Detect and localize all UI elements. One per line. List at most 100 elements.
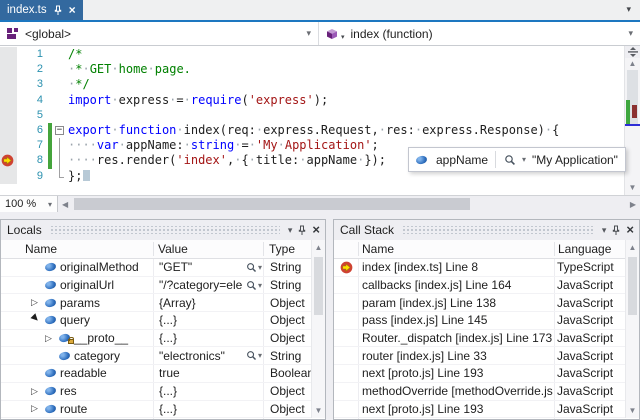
code-editor[interactable]: 1/*2·*·GET·home·page.3·*/4import·express… (0, 46, 624, 195)
table-row[interactable]: originalMethod"GET"▾String (1, 259, 311, 277)
table-row[interactable]: param [index.js] Line 138JavaScript (334, 294, 625, 312)
chevron-down-icon[interactable]: ▾ (628, 28, 633, 39)
table-row[interactable]: methodOverride [methodOverride.jsJavaScr… (334, 383, 625, 401)
tab-index-ts[interactable]: index.ts × (0, 0, 83, 20)
column-divider[interactable] (263, 242, 264, 256)
frame-language: JavaScript (553, 313, 625, 327)
code-line[interactable]: 1/* (0, 47, 624, 62)
table-row[interactable]: ▷__proto__{...}Object (1, 330, 311, 348)
magnifier-icon[interactable] (246, 350, 257, 361)
scroll-down-icon[interactable]: ▼ (312, 406, 325, 415)
chevron-down-icon[interactable]: ▾ (306, 28, 311, 39)
column-divider[interactable] (554, 242, 555, 256)
table-row[interactable]: Router._dispatch [index.js] Line 173Java… (334, 330, 625, 348)
breakpoint-margin[interactable] (0, 93, 17, 108)
close-icon[interactable]: × (69, 4, 76, 16)
locals-header[interactable]: Locals ▾ × (1, 220, 325, 240)
code-line[interactable]: 2·*·GET·home·page. (0, 62, 624, 77)
horizontal-scrollbar-thumb[interactable] (74, 198, 470, 210)
breakpoint-margin[interactable] (0, 77, 17, 92)
code-line[interactable]: 3·*/ (0, 77, 624, 92)
table-row[interactable]: router [index.js] Line 33JavaScript (334, 347, 625, 365)
tab-list-chevron-icon[interactable]: ▾ (626, 4, 631, 15)
scrollbar-thumb[interactable] (628, 257, 637, 315)
scope-dropdown[interactable]: <global> ▾ (0, 22, 319, 45)
column-language[interactable]: Language (558, 242, 611, 256)
column-divider[interactable] (358, 242, 359, 256)
call-stack-column-headers[interactable]: Name Language (334, 240, 639, 259)
column-divider[interactable] (153, 242, 154, 256)
table-row[interactable]: ▶query{...}Object (1, 312, 311, 330)
expander-icon[interactable]: ▷ (31, 297, 45, 308)
table-row[interactable]: ▷res{...}Object (1, 383, 311, 401)
frame-language: JavaScript (553, 331, 625, 345)
column-value[interactable]: Value (158, 242, 188, 256)
table-row[interactable]: callbacks [index.js] Line 164JavaScript (334, 277, 625, 295)
scroll-up-icon[interactable]: ▲ (312, 243, 325, 252)
close-icon[interactable]: × (626, 224, 634, 236)
collapse-icon[interactable]: − (55, 126, 64, 135)
editor-bottom-bar: 100 % ▾ ◀ ▶ (0, 195, 640, 212)
table-row[interactable]: readabletrueBoolean (1, 365, 311, 383)
global-scope-icon (7, 28, 19, 39)
close-icon[interactable]: × (312, 224, 320, 236)
breakpoint-margin[interactable] (0, 169, 17, 184)
breakpoint-margin[interactable] (0, 62, 17, 77)
locals-scrollbar[interactable]: ▲ ▼ (311, 240, 325, 418)
magnifier-icon[interactable] (246, 280, 257, 291)
column-type[interactable]: Type (269, 242, 295, 256)
magnifier-icon[interactable] (504, 154, 516, 166)
editor-vertical-scrollbar[interactable]: ▲ ▼ (624, 46, 640, 195)
scroll-right-icon[interactable]: ▶ (630, 200, 636, 209)
pin-icon[interactable] (297, 225, 307, 236)
scroll-left-icon[interactable]: ◀ (62, 200, 68, 209)
pin-icon[interactable] (611, 225, 621, 236)
code-line[interactable]: 6−export·function·index(req:·express.Req… (0, 123, 624, 138)
scrollbar-thumb[interactable] (314, 257, 323, 315)
fold-margin[interactable]: − (54, 123, 68, 138)
table-row[interactable]: next [proto.js] Line 193JavaScript (334, 365, 625, 383)
drag-grip[interactable] (402, 226, 594, 234)
column-name[interactable]: Name (25, 242, 57, 256)
call-stack-scrollbar[interactable]: ▲ ▼ (625, 240, 639, 418)
scroll-up-icon[interactable]: ▲ (625, 59, 640, 68)
chevron-down-icon[interactable]: ▾ (522, 155, 526, 164)
chevron-down-icon[interactable]: ▾ (48, 200, 52, 209)
drag-grip[interactable] (50, 226, 280, 234)
table-row[interactable]: category"electronics"▾String (1, 347, 311, 365)
pin-icon[interactable] (53, 5, 63, 16)
column-name[interactable]: Name (362, 242, 394, 256)
breakpoint-margin[interactable] (0, 108, 17, 123)
expander-icon[interactable]: ▷ (31, 386, 45, 397)
table-row[interactable]: ▷route{...}Object (1, 401, 311, 419)
split-window-handle[interactable] (625, 46, 640, 58)
member-dropdown[interactable]: ▾ index (function) ▾ (319, 22, 640, 45)
code-line[interactable]: 5 (0, 108, 624, 123)
window-position-chevron-icon[interactable]: ▾ (288, 225, 293, 235)
table-row[interactable]: next [proto.js] Line 193JavaScript (334, 401, 625, 419)
breakpoint-margin[interactable] (0, 47, 17, 62)
table-row[interactable]: pass [index.js] Line 145JavaScript (334, 312, 625, 330)
breakpoint-margin[interactable] (0, 123, 17, 138)
code-line[interactable]: 4import·express·=·require('express'); (0, 93, 624, 108)
zoom-control[interactable]: 100 % ▾ (0, 196, 58, 212)
scroll-down-icon[interactable]: ▼ (626, 406, 639, 415)
breakpoint-margin[interactable] (0, 153, 17, 168)
expander-icon[interactable]: ▷ (31, 403, 45, 414)
locals-column-headers[interactable]: Name Value Type (1, 240, 325, 259)
chevron-down-icon[interactable]: ▾ (258, 351, 262, 360)
window-position-chevron-icon[interactable]: ▾ (602, 225, 607, 235)
scroll-up-icon[interactable]: ▲ (626, 243, 639, 252)
chevron-down-icon[interactable]: ▾ (258, 281, 262, 290)
table-row[interactable]: ▷params{Array}Object (1, 294, 311, 312)
table-row[interactable]: index [index.ts] Line 8TypeScript (334, 259, 625, 277)
expander-icon[interactable]: ▷ (45, 333, 59, 344)
panel-splitter[interactable] (326, 219, 333, 420)
scroll-down-icon[interactable]: ▼ (625, 183, 640, 192)
debug-datatip[interactable]: appName ▾ "My Application" (408, 147, 626, 172)
table-row[interactable]: originalUrl"/?category=ele▾String (1, 277, 311, 295)
chevron-down-icon[interactable]: ▾ (258, 263, 262, 272)
magnifier-icon[interactable] (246, 262, 257, 273)
call-stack-header[interactable]: Call Stack ▾ × (334, 220, 639, 240)
breakpoint-margin[interactable] (0, 138, 17, 153)
